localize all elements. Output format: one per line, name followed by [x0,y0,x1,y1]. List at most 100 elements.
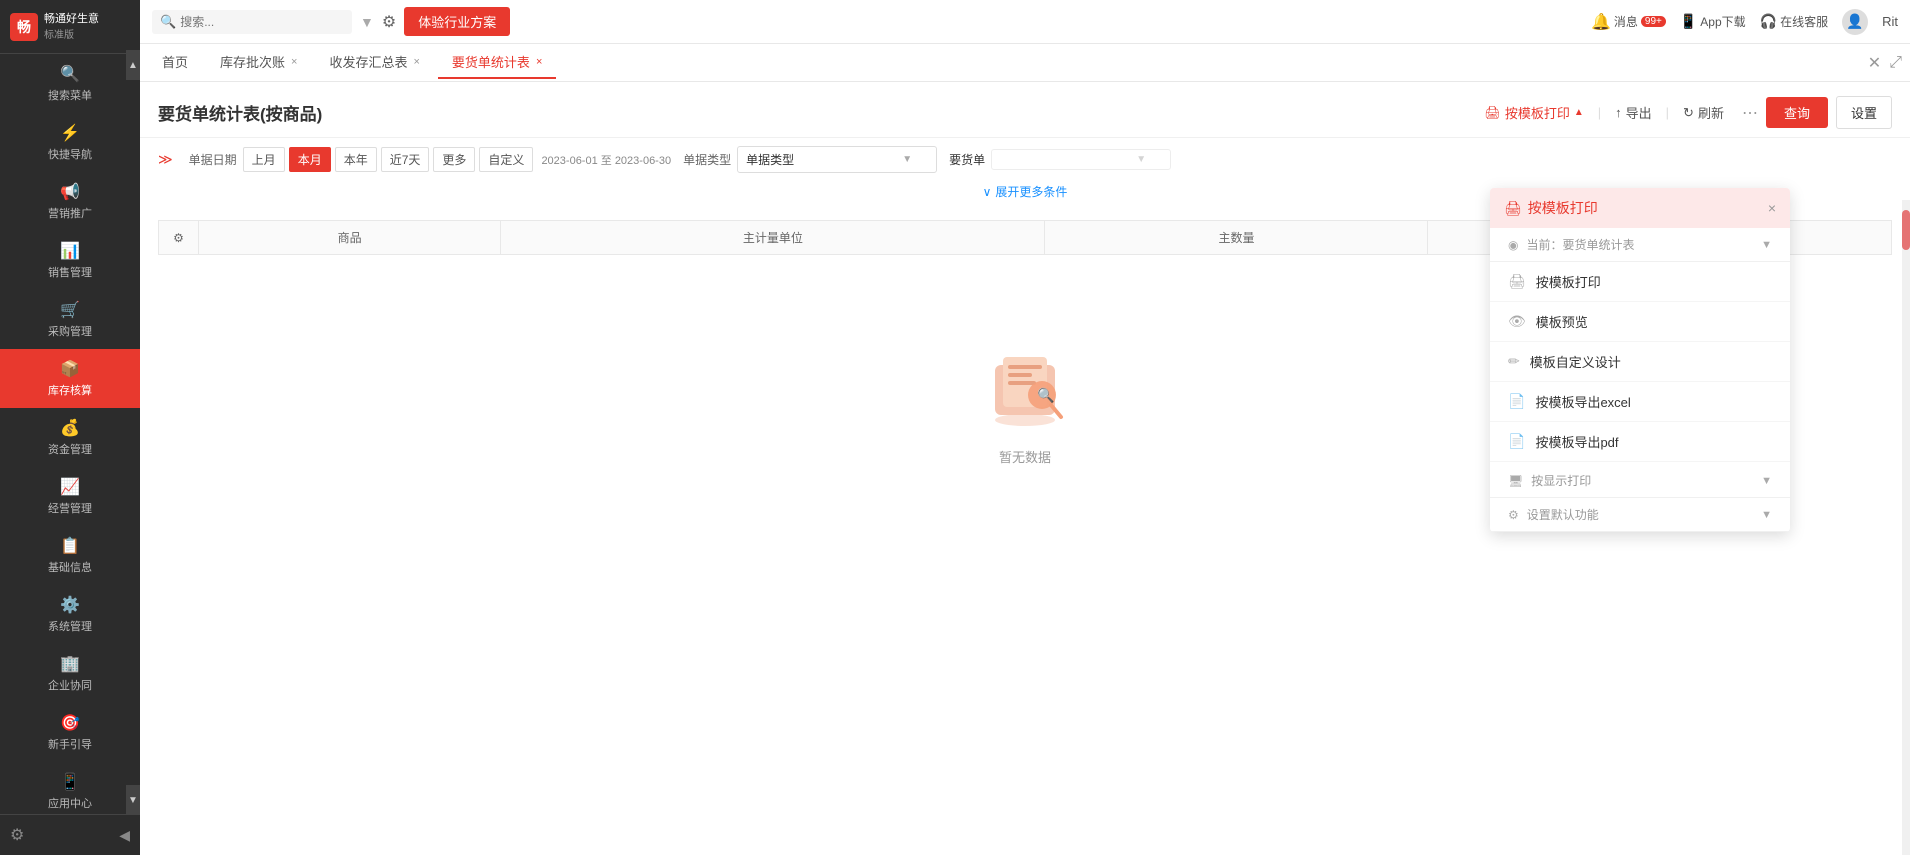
tab-receivable-summary[interactable]: 收发存汇总表 × [315,46,433,79]
tab-receivable-summary-close[interactable]: × [413,56,419,68]
sidebar-item-newbie[interactable]: 🎯 新手引导 [0,703,140,762]
topbar-settings-icon[interactable]: ⚙ [382,12,396,32]
table-th-product: 商品 [199,221,501,255]
date-btn-prev-month[interactable]: 上月 [243,147,285,172]
sidebar-logo: 畅 畅通好生意 标准版 [0,0,140,54]
settings-gear-icon[interactable]: ⚙ [10,825,24,845]
dropdown-item-export-pdf-label: 按模板导出pdf [1535,432,1618,451]
sidebar-item-purchase[interactable]: 🛒 采购管理 [0,290,140,349]
settings-btn[interactable]: 设置 [1836,96,1892,129]
expand-arrows-icon: ≫ [158,151,173,168]
tab-inventory-batch-close[interactable]: × [291,56,297,68]
export-btn[interactable]: ↑ 导出 [1607,99,1660,126]
trial-btn[interactable]: 体验行业方案 [404,7,510,36]
dropdown-default-func-arrow: ▼ [1761,509,1772,521]
export-icon: ↑ [1615,105,1622,120]
sidebar-item-inventory[interactable]: 📦 库存核算 [0,349,140,408]
tab-expand-icon[interactable]: ⤢ [1889,54,1902,72]
status-select-arrow: ▼ [1136,154,1146,165]
right-scrollbar[interactable] [1902,200,1910,855]
sales-icon: 📊 [60,241,80,261]
dropdown-print-icon: 🖨 [1504,200,1522,217]
online-service-label: 在线客服 [1780,13,1828,30]
refresh-btn[interactable]: ↻ 刷新 [1675,99,1732,126]
app-download-item[interactable]: 📱 App下载 [1680,13,1746,30]
dropdown-default-func-section: ⚙ 设置默认功能 ▼ [1490,498,1790,532]
topbar-search-input[interactable] [180,15,300,29]
table-settings-icon[interactable]: ⚙ [173,231,184,245]
filter-expand-btn[interactable]: ≫ [158,151,173,168]
tab-inventory-batch[interactable]: 库存批次账 × [206,46,311,79]
tab-home-label: 首页 [162,52,188,71]
tab-close-all-icon[interactable]: ✕ [1868,53,1881,73]
sidebar: 畅 畅通好生意 标准版 ▲ 🔍 搜索菜单 ⚡ 快捷导航 📢 营销推广 📊 销售管… [0,0,140,855]
dropdown-item-export-pdf[interactable]: 📄 按模板导出pdf [1490,422,1790,462]
notification-bell-icon: 🔔 [1591,12,1611,32]
more-actions-icon[interactable]: ⋯ [1742,103,1758,123]
dropdown-current-icon: ◉ [1508,238,1518,252]
sidebar-label-search: 搜索菜单 [48,87,92,103]
tab-receivable-summary-label: 收发存汇总表 [329,52,407,71]
date-btn-custom[interactable]: 自定义 [479,147,533,172]
expand-more-btn[interactable]: ∨ 展开更多条件 [983,183,1068,200]
print-btn[interactable]: 🖨 按模板打印 ▲ [1476,99,1591,126]
user-avatar[interactable]: 👤 [1842,9,1868,35]
sidebar-item-basic[interactable]: 📋 基础信息 [0,526,140,585]
sidebar-item-sales[interactable]: 📊 销售管理 [0,231,140,290]
date-btn-this-month[interactable]: 本月 [289,147,331,172]
query-btn[interactable]: 查询 [1766,97,1828,128]
status-select[interactable]: ▼ [991,149,1171,170]
dropdown-item-export-excel[interactable]: 📄 按模板导出excel [1490,382,1790,422]
sidebar-scroll-down[interactable]: ▼ [126,785,140,815]
type-select[interactable]: 单据类型 ▼ [737,146,937,173]
status-filter-label: 要货单 [949,151,985,168]
user-name: Rit [1882,14,1898,29]
dropdown-display-print-section: 🖥 按显示打印 ▼ [1490,464,1790,498]
sidebar-item-system[interactable]: ⚙️ 系统管理 [0,585,140,644]
table-th-unit: 主计量单位 [501,221,1045,255]
dropdown-close-btn[interactable]: × [1768,200,1776,216]
topbar-search-box[interactable]: 🔍 [152,10,352,34]
topbar-search-icon: 🔍 [160,14,176,30]
dropdown-item-template-preview-label: 模板预览 [1536,312,1588,331]
topbar-right: 🔔 消息 99+ 📱 App下载 🎧 在线客服 👤 Rit [1591,9,1898,35]
sidebar-label-marketing: 营销推广 [48,205,92,221]
refresh-btn-label: 刷新 [1698,103,1724,122]
date-btn-7days[interactable]: 近7天 [381,147,430,172]
notification-item[interactable]: 🔔 消息 99+ [1591,12,1666,32]
type-filter: 单据类型 单据类型 ▼ [683,146,937,173]
topbar-dropdown-icon[interactable]: ▼ [360,14,374,30]
status-filter: 要货单 ▼ [949,149,1171,170]
tab-home[interactable]: 首页 [148,46,202,79]
sidebar-item-appstore[interactable]: 📱 应用中心 [0,762,140,814]
online-service-item[interactable]: 🎧 在线客服 [1760,13,1828,30]
dropdown-item-template-custom[interactable]: ✏ 模板自定义设计 [1490,342,1790,382]
sidebar-scroll-up[interactable]: ▲ [126,50,140,80]
sidebar-item-operation[interactable]: 📈 经营管理 [0,467,140,526]
sidebar-collapse-icon[interactable]: ◀ [119,827,130,844]
tab-order-summary[interactable]: 要货单统计表 × [438,46,556,79]
tab-order-summary-close[interactable]: × [536,56,542,68]
dropdown-item-template-preview[interactable]: 👁 模板预览 [1490,302,1790,342]
table-th-settings[interactable]: ⚙ [159,221,199,255]
dropdown-default-icon: ⚙ [1508,508,1519,522]
scrollbar-thumb[interactable] [1902,210,1910,250]
date-btn-this-year[interactable]: 本年 [335,147,377,172]
app-logo-icon: 畅 [10,13,38,41]
sidebar-item-search[interactable]: 🔍 搜索菜单 [0,54,140,113]
sidebar-item-corp[interactable]: 🏢 企业协同 [0,644,140,703]
date-range-display: 2023-06-01 至 2023-06-30 [541,152,671,168]
dropdown-item-template-print-label: 按模板打印 [1536,272,1601,291]
sidebar-item-finance[interactable]: 💰 资金管理 [0,408,140,467]
inventory-icon: 📦 [60,359,80,379]
phone-icon: 📱 [1680,13,1697,30]
sidebar-item-marketing[interactable]: 📢 营销推广 [0,172,140,231]
dropdown-item-template-custom-label: 模板自定义设计 [1530,352,1621,371]
page-title: 要货单统计表(按商品) [158,100,322,125]
dropdown-item-template-print[interactable]: 🖨 按模板打印 [1490,262,1790,302]
dropdown-item-print-icon: 🖨 [1508,273,1526,290]
dropdown-default-func-label: 设置默认功能 [1527,506,1599,523]
date-btn-more[interactable]: 更多 [433,147,475,172]
sidebar-label-operation: 经营管理 [48,500,92,516]
sidebar-item-quick-nav[interactable]: ⚡ 快捷导航 [0,113,140,172]
